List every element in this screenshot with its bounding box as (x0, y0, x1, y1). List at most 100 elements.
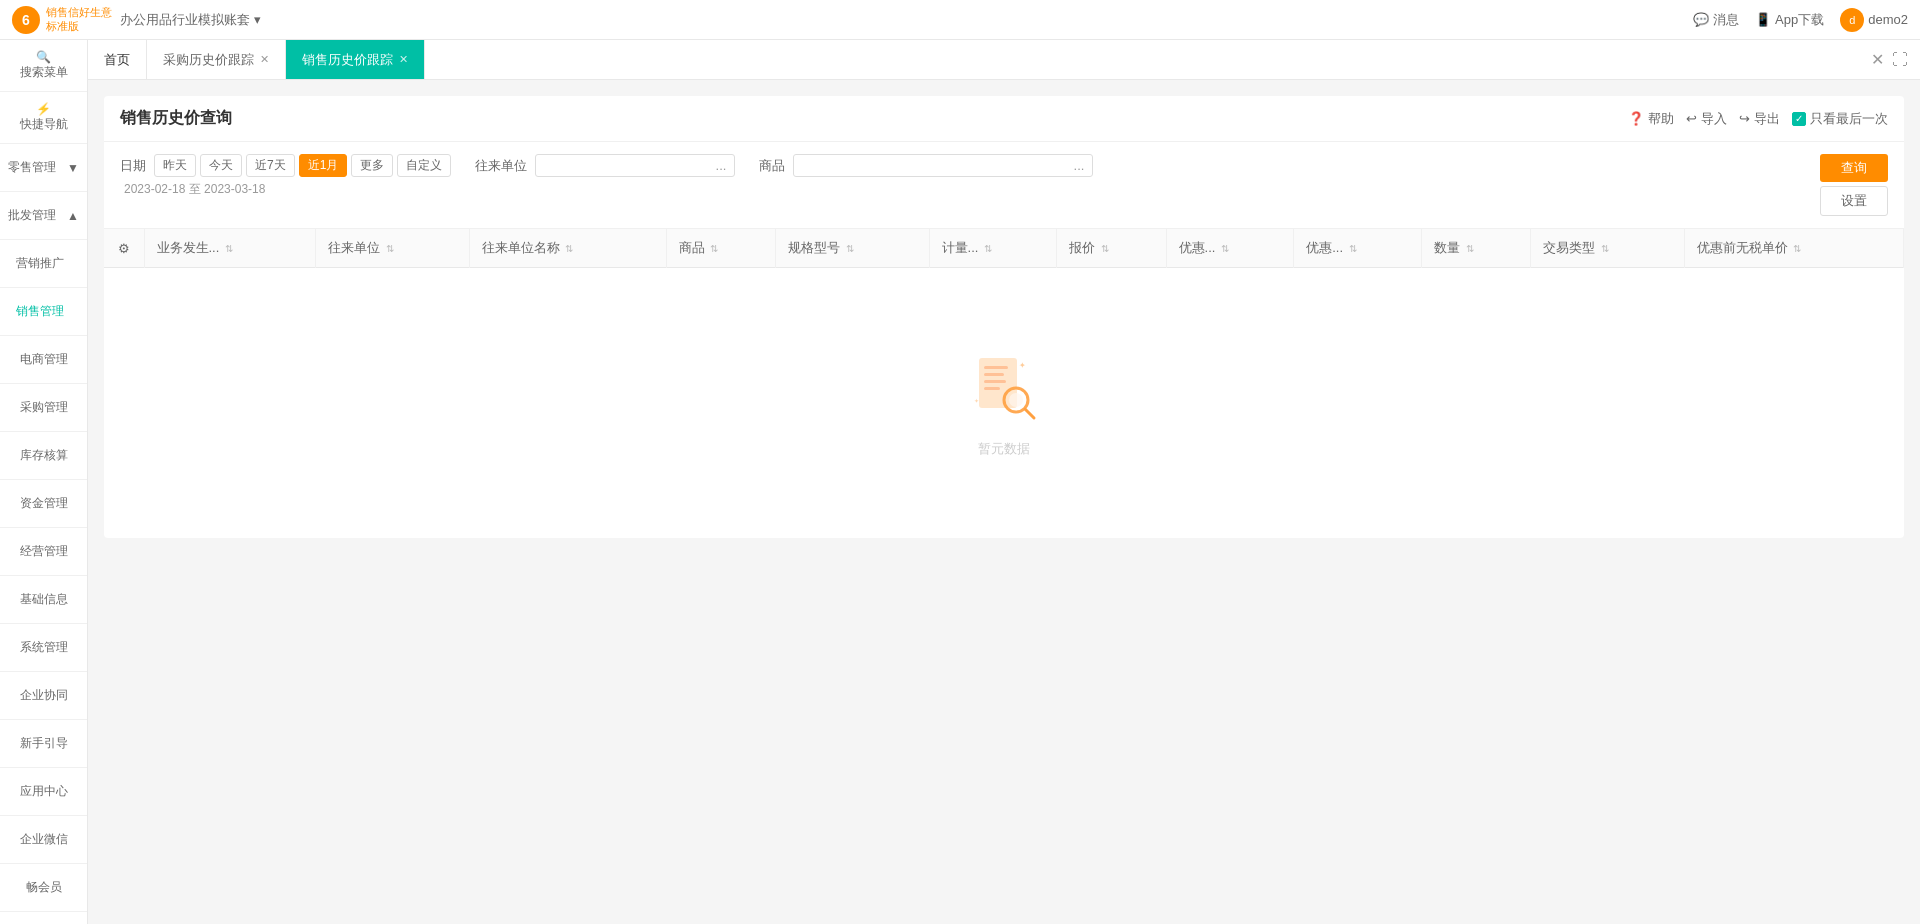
date-btn-custom[interactable]: 自定义 (397, 154, 451, 177)
chevron-up-icon: ▲ (67, 209, 79, 223)
sidebar-item-app-center[interactable]: 应用中心 (0, 768, 87, 816)
date-btn-7days[interactable]: 近7天 (246, 154, 295, 177)
chevron-down-icon: ▾ (254, 12, 261, 27)
maximize-icon[interactable]: ⛶ (1892, 51, 1908, 69)
sidebar-item-search-menu[interactable]: 🔍 搜索菜单 (0, 40, 87, 92)
page-header: 销售历史价查询 ❓ 帮助 ↩ 导入 ↪ 导出 (104, 96, 1904, 142)
chevron-down-icon: ▼ (67, 161, 79, 175)
product-label: 商品 (759, 157, 785, 175)
logo-text: 销售信好生意 标准版 (46, 6, 112, 32)
th-unit[interactable]: 计量... ⇅ (929, 229, 1057, 268)
svg-text:✦: ✦ (1019, 361, 1026, 370)
date-btn-1month[interactable]: 近1月 (299, 154, 348, 177)
only-last-checkbox[interactable]: ✓ 只看最后一次 (1792, 110, 1888, 128)
th-partner-code[interactable]: 往来单位 ⇅ (316, 229, 469, 268)
product-input[interactable]: ... (793, 154, 1093, 177)
import-action[interactable]: ↩ 导入 (1686, 110, 1727, 128)
table-area: ⚙ 业务发生... ⇅ 往来单位 ⇅ 往来单位名称 (104, 229, 1904, 538)
svg-rect-2 (984, 373, 1004, 376)
th-qty[interactable]: 数量 ⇅ (1421, 229, 1530, 268)
svg-rect-3 (984, 380, 1006, 383)
th-gear[interactable]: ⚙ (104, 229, 144, 268)
page-content: 销售历史价查询 ❓ 帮助 ↩ 导入 ↪ 导出 (88, 80, 1920, 924)
tab-sales-history[interactable]: 销售历史价跟踪 ✕ (286, 40, 425, 79)
app-selector[interactable]: 办公用品行业模拟账套 ▾ (120, 11, 261, 29)
sidebar-item-finance[interactable]: 资金管理 (0, 480, 87, 528)
sort-icon: ⇅ (1466, 243, 1474, 254)
data-table: ⚙ 业务发生... ⇅ 往来单位 ⇅ 往来单位名称 (104, 229, 1904, 268)
query-button[interactable]: 查询 (1820, 154, 1888, 182)
mobile-icon: 📱 (1755, 12, 1771, 27)
sort-icon: ⇅ (1349, 243, 1357, 254)
date-btn-yesterday[interactable]: 昨天 (154, 154, 196, 177)
sidebar-item-retail-mgmt[interactable]: 零售管理 ▼ (0, 144, 87, 192)
avatar: d (1840, 8, 1864, 32)
filter-action-group: 查询 设置 (1820, 154, 1888, 216)
product-dots: ... (1074, 158, 1085, 173)
sidebar-item-basic-info[interactable]: 基础信息 (0, 576, 87, 624)
page-header-actions: ❓ 帮助 ↩ 导入 ↪ 导出 ✓ (1628, 110, 1888, 128)
settings-button[interactable]: 设置 (1820, 186, 1888, 216)
nav-app-download[interactable]: 📱 App下载 (1755, 11, 1824, 29)
tab-home[interactable]: 首页 (88, 40, 147, 79)
sidebar-item-enterprise-coop[interactable]: 企业协同 (0, 672, 87, 720)
sort-icon: ⇅ (846, 243, 854, 254)
sidebar-item-wholesale-mgmt[interactable]: 批发管理 ▲ (0, 192, 87, 240)
th-quote[interactable]: 报价 ⇅ (1057, 229, 1166, 268)
sort-icon: ⇅ (710, 243, 718, 254)
customer-input[interactable]: ... (535, 154, 735, 177)
logo-area: 6 销售信好生意 标准版 (12, 6, 112, 34)
sidebar-item-operations[interactable]: 经营管理 (0, 528, 87, 576)
svg-text:✦: ✦ (974, 398, 979, 404)
th-partner-name[interactable]: 往来单位名称 ⇅ (469, 229, 666, 268)
sidebar-item-quick-nav[interactable]: ⚡ 快捷导航 (0, 92, 87, 144)
checkbox-checked-icon: ✓ (1792, 112, 1806, 126)
th-biz-date[interactable]: 业务发生... ⇅ (144, 229, 316, 268)
empty-state: ✦ ✦ 暂元数据 (104, 268, 1904, 538)
nav-message[interactable]: 💬 消息 (1693, 11, 1739, 29)
user-profile[interactable]: d demo2 (1840, 8, 1908, 32)
logo-icon: 6 (12, 6, 40, 34)
sidebar-item-newbie[interactable]: 新手引导 (0, 720, 87, 768)
content-area: 首页 采购历史价跟踪 ✕ 销售历史价跟踪 ✕ ✕ ⛶ 销售历史价查询 (88, 40, 1920, 924)
th-product[interactable]: 商品 ⇅ (666, 229, 775, 268)
date-btn-today[interactable]: 今天 (200, 154, 242, 177)
svg-rect-1 (984, 366, 1008, 369)
top-bar: 6 销售信好生意 标准版 办公用品行业模拟账套 ▾ 💬 消息 📱 App下载 d… (0, 0, 1920, 40)
page-card: 销售历史价查询 ❓ 帮助 ↩ 导入 ↪ 导出 (104, 96, 1904, 538)
empty-icon: ✦ ✦ (964, 348, 1044, 428)
tab-close-purchase[interactable]: ✕ (260, 53, 269, 66)
th-discount1[interactable]: 优惠... ⇅ (1166, 229, 1294, 268)
sidebar: 🔍 搜索菜单 ⚡ 快捷导航 零售管理 ▼ 批发管理 ▲ 营销推广 销售管理 电商… (0, 40, 88, 924)
svg-point-6 (1009, 393, 1023, 407)
sidebar-item-purchase[interactable]: 采购管理 (0, 384, 87, 432)
tab-purchase-history[interactable]: 采购历史价跟踪 ✕ (147, 40, 286, 79)
sidebar-item-member[interactable]: 畅会员 (0, 864, 87, 912)
sidebar-item-marketing[interactable]: 营销推广 (0, 240, 87, 288)
sidebar-item-ecommerce[interactable]: 电商管理 (0, 336, 87, 384)
close-tab-icon[interactable]: ✕ (1871, 50, 1884, 69)
import-icon: ↩ (1686, 111, 1697, 126)
page-title: 销售历史价查询 (120, 108, 232, 129)
sidebar-item-enterprise-wechat[interactable]: 企业微信 (0, 816, 87, 864)
th-pretax-price[interactable]: 优惠前无税单价 ⇅ (1684, 229, 1903, 268)
filter-date-row: 日期 昨天 今天 近7天 近1月 更多 自定义 (120, 154, 451, 177)
sidebar-item-inventory[interactable]: 库存核算 (0, 432, 87, 480)
th-spec[interactable]: 规格型号 ⇅ (776, 229, 929, 268)
export-action[interactable]: ↪ 导出 (1739, 110, 1780, 128)
table-header-row: ⚙ 业务发生... ⇅ 往来单位 ⇅ 往来单位名称 (104, 229, 1904, 268)
search-icon: 🔍 (36, 50, 51, 64)
tab-close-sales[interactable]: ✕ (399, 53, 408, 66)
sort-icon: ⇅ (565, 243, 573, 254)
th-trade-type[interactable]: 交易类型 ⇅ (1531, 229, 1684, 268)
date-btn-more[interactable]: 更多 (351, 154, 393, 177)
sidebar-item-system[interactable]: 系统管理 (0, 624, 87, 672)
th-discount2[interactable]: 优惠... ⇅ (1294, 229, 1422, 268)
filter-area: 日期 昨天 今天 近7天 近1月 更多 自定义 2023-02-18 (104, 142, 1904, 229)
filter-date-range-row: 2023-02-18 至 2023-03-18 (120, 181, 451, 198)
sidebar-item-sales-mgmt[interactable]: 销售管理 (0, 288, 87, 336)
customer-dots: ... (716, 158, 727, 173)
help-action[interactable]: ❓ 帮助 (1628, 110, 1674, 128)
sort-icon: ⇅ (386, 243, 394, 254)
export-icon: ↪ (1739, 111, 1750, 126)
